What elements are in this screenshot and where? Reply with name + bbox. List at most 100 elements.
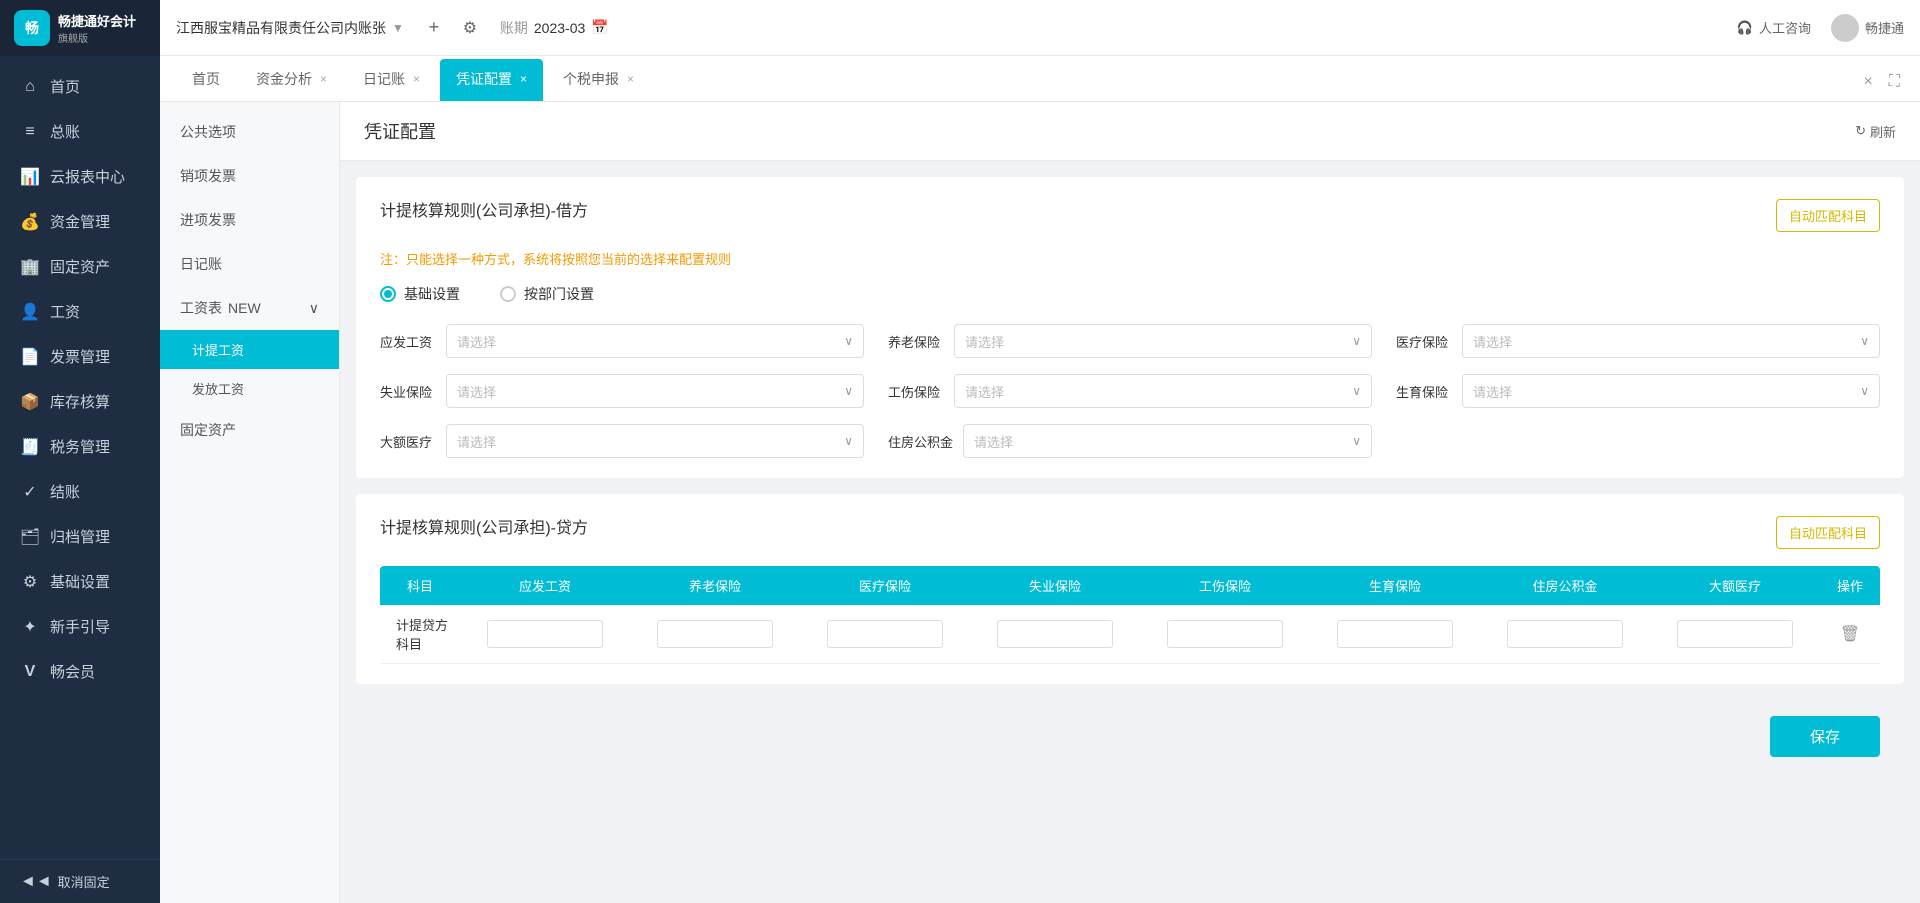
td-cell-6[interactable] <box>1480 605 1650 663</box>
input-gong-shang[interactable] <box>1167 620 1284 648</box>
input-yi-liao[interactable] <box>827 620 944 648</box>
consult-button[interactable]: 🎧 人工咨询 <box>1737 18 1811 37</box>
debit-radio-group: 基础设置 按部门设置 <box>380 284 1880 304</box>
pin-icon: ◄◄ <box>20 873 52 891</box>
company-selector[interactable]: 江西服宝精品有限责任公司内账张 ▼ <box>176 18 404 38</box>
sidebar-item-fixed-assets[interactable]: 🏢 固定资产 <box>0 244 160 289</box>
radio-basic[interactable]: 基础设置 <box>380 284 460 304</box>
page-title: 凭证配置 <box>364 118 436 144</box>
sub-nav-journal[interactable]: 日记账 <box>160 242 339 286</box>
td-cell-7[interactable] <box>1650 605 1820 663</box>
avatar <box>1831 14 1859 42</box>
sidebar-item-general-ledger[interactable]: ≡ 总账 <box>0 109 160 154</box>
sub-nav-distribute-salary[interactable]: 发放工资 <box>160 369 339 408</box>
inventory-icon: 📦 <box>20 392 40 412</box>
credit-auto-match-button[interactable]: 自动匹配科目 <box>1776 516 1880 549</box>
td-cell-0[interactable] <box>460 605 630 663</box>
input-zhu-fang[interactable] <box>1507 620 1624 648</box>
th-zhu-fang: 住房公积金 <box>1480 566 1650 605</box>
input-shi-ye[interactable] <box>997 620 1114 648</box>
td-cell-1[interactable] <box>630 605 800 663</box>
th-action: 操作 <box>1820 566 1880 605</box>
select-yi-liao[interactable]: 请选择 ∨ <box>1462 324 1880 358</box>
sidebar-item-reports[interactable]: 📊 云报表中心 <box>0 154 160 199</box>
sidebar-item-invoices[interactable]: 📄 发票管理 <box>0 334 160 379</box>
refresh-button[interactable]: ↻ 刷新 <box>1855 122 1896 141</box>
sidebar-item-funds[interactable]: 💰 资金管理 <box>0 199 160 244</box>
tab-voucher-config[interactable]: 凭证配置 × <box>440 59 543 101</box>
sub-nav-sales-invoice[interactable]: 销项发票 <box>160 154 339 198</box>
sidebar-item-payroll[interactable]: 👤 工资 <box>0 289 160 334</box>
td-cell-3[interactable] <box>970 605 1140 663</box>
logo-text: 畅捷通好会计 旗舰版 <box>58 11 136 45</box>
gear-icon: ⚙ <box>463 18 477 38</box>
table-row: 计提贷方科目 🗑 <box>380 605 1880 664</box>
sidebar-item-home[interactable]: ⌂ 首页 <box>0 64 160 109</box>
sidebar-item-inventory[interactable]: 📦 库存核算 <box>0 379 160 424</box>
period-selector[interactable]: 账期 2023-03 📅 <box>500 18 609 38</box>
select-shi-ye[interactable]: 请选择 ∨ <box>446 374 864 408</box>
tab-voucher-close[interactable]: × <box>520 72 527 86</box>
delete-icon[interactable]: 🗑 <box>1840 624 1860 644</box>
tab-home[interactable]: 首页 <box>176 59 236 101</box>
tab-journal-close[interactable]: × <box>413 72 420 86</box>
calendar-icon[interactable]: 📅 <box>591 19 608 36</box>
cancel-fixed-button[interactable]: ◄◄ 取消固定 <box>0 859 160 903</box>
input-sheng-yu[interactable] <box>1337 620 1454 648</box>
td-cell-5[interactable] <box>1310 605 1480 663</box>
tab-tax-close[interactable]: × <box>627 72 634 86</box>
td-cell-2[interactable] <box>800 605 970 663</box>
select-zhu-fang[interactable]: 请选择 ∨ <box>963 424 1372 458</box>
label-yi-liao: 医疗保险 <box>1396 332 1452 351</box>
form-item-yi-liao: 医疗保险 请选择 ∨ <box>1396 324 1880 358</box>
sub-nav-purchase-invoice[interactable]: 进项发票 <box>160 198 339 242</box>
th-shi-ye: 失业保险 <box>970 566 1140 605</box>
user-button[interactable]: 畅捷通 <box>1831 14 1904 42</box>
chevron-down-icon-5: ∨ <box>1352 384 1361 398</box>
th-ying-fa: 应发工资 <box>460 566 630 605</box>
tab-funds-close[interactable]: × <box>320 72 327 86</box>
sub-nav-salary-table[interactable]: 工资表 NEW ∨ <box>160 286 339 330</box>
input-ying-fa[interactable] <box>487 620 604 648</box>
select-ying-fa-gongzi[interactable]: 请选择 ∨ <box>446 324 864 358</box>
chevron-down-icon-7: ∨ <box>844 434 853 448</box>
sub-nav-accrued-salary[interactable]: 计提工资 <box>160 330 339 369</box>
new-badge: NEW <box>228 300 261 316</box>
td-action[interactable]: 🗑 <box>1820 605 1880 663</box>
chevron-down-icon-3: ∨ <box>1860 334 1869 348</box>
label-yang-lao: 养老保险 <box>888 332 944 351</box>
tab-journal[interactable]: 日记账 × <box>347 59 436 101</box>
tab-tax-report[interactable]: 个税申报 × <box>547 59 650 101</box>
sub-nav-fixed-assets[interactable]: 固定资产 <box>160 408 339 452</box>
sub-nav-common[interactable]: 公共选项 <box>160 110 339 154</box>
select-gong-shang[interactable]: 请选择 ∨ <box>954 374 1372 408</box>
save-button[interactable]: 保存 <box>1770 716 1880 757</box>
home-icon: ⌂ <box>20 77 40 97</box>
select-da-e[interactable]: 请选择 ∨ <box>446 424 864 458</box>
settings-button[interactable]: ⚙ <box>456 14 484 42</box>
sidebar-item-vip[interactable]: V 畅会员 <box>0 649 160 694</box>
sidebar-item-settings[interactable]: ⚙ 基础设置 <box>0 559 160 604</box>
sidebar-item-guide[interactable]: ✦ 新手引导 <box>0 604 160 649</box>
input-da-e[interactable] <box>1677 620 1794 648</box>
input-yang-lao[interactable] <box>657 620 774 648</box>
debit-section: 计提核算规则(公司承担)-借方 自动匹配科目 注：只能选择一种方式，系统将按照您… <box>356 177 1904 478</box>
debit-auto-match-button[interactable]: 自动匹配科目 <box>1776 199 1880 232</box>
radio-by-dept[interactable]: 按部门设置 <box>500 284 594 304</box>
tab-funds[interactable]: 资金分析 × <box>240 59 343 101</box>
credit-table-header: 科目 应发工资 养老保险 医疗保险 失业保险 工伤保险 生育保险 住房公积金 大… <box>380 566 1880 605</box>
page-content: 计提核算规则(公司承担)-借方 自动匹配科目 注：只能选择一种方式，系统将按照您… <box>340 161 1920 903</box>
select-yang-lao[interactable]: 请选择 ∨ <box>954 324 1372 358</box>
sidebar-item-closing[interactable]: ✓ 结账 <box>0 469 160 514</box>
sidebar-item-tax[interactable]: 🧾 税务管理 <box>0 424 160 469</box>
label-zhu-fang: 住房公积金 <box>888 432 953 451</box>
invoices-icon: 📄 <box>20 347 40 367</box>
sidebar-item-archive[interactable]: 🗂 归档管理 <box>0 514 160 559</box>
close-tab-button[interactable]: × <box>1859 69 1876 95</box>
add-button[interactable]: + <box>420 14 448 42</box>
credit-table: 科目 应发工资 养老保险 医疗保险 失业保险 工伤保险 生育保险 住房公积金 大… <box>380 566 1880 664</box>
td-cell-4[interactable] <box>1140 605 1310 663</box>
maximize-button[interactable]: ⛶ <box>1885 69 1904 95</box>
select-sheng-yu[interactable]: 请选择 ∨ <box>1462 374 1880 408</box>
form-item-ying-fa-gongzi: 应发工资 请选择 ∨ <box>380 324 864 358</box>
